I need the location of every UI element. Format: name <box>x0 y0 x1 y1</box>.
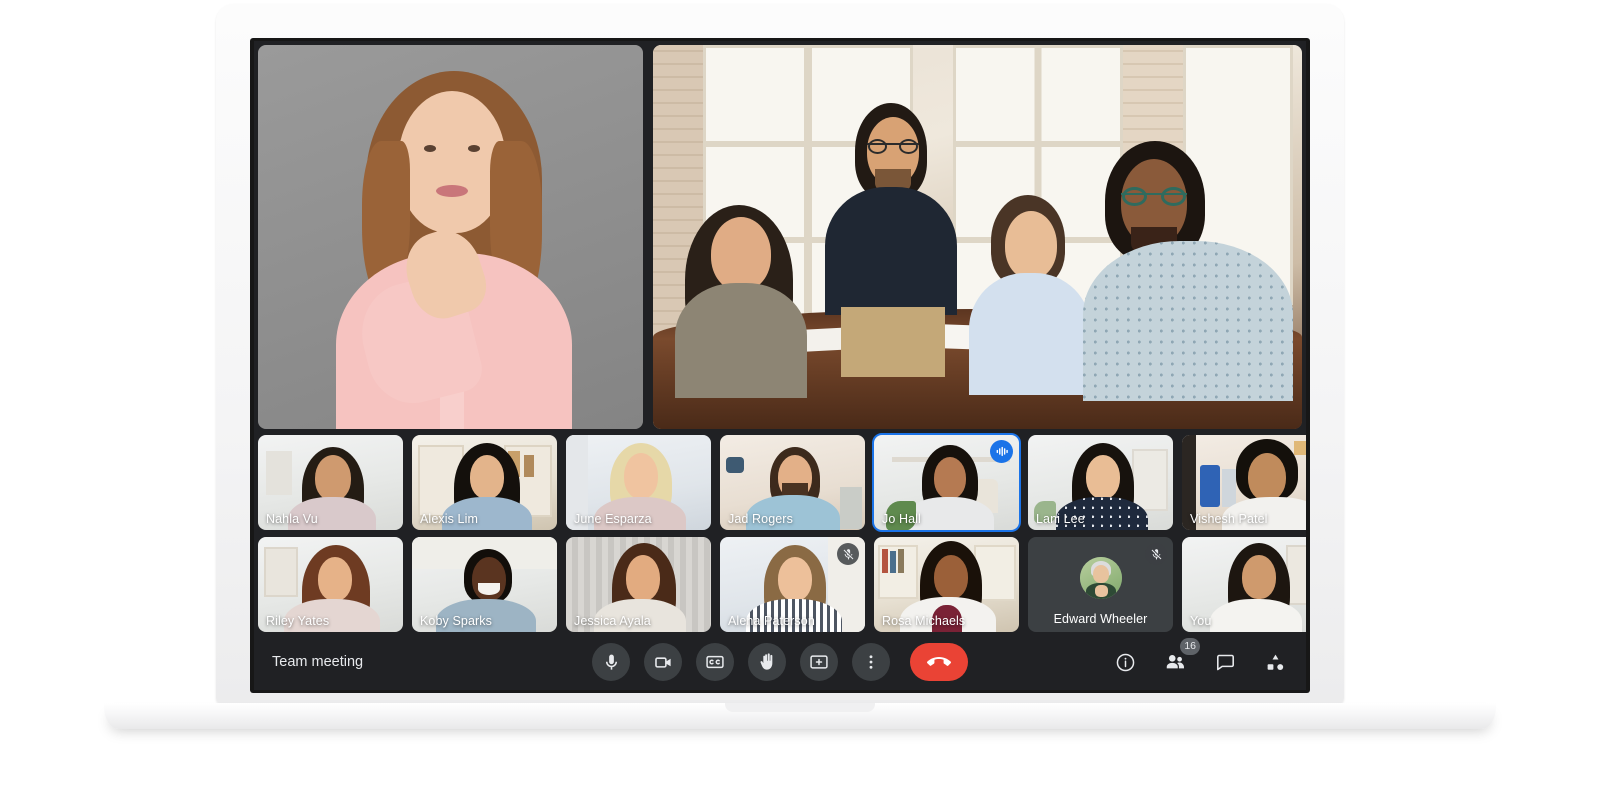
chat-bubble-icon <box>1216 654 1234 670</box>
participant-name: Rosa Michaels <box>882 614 966 628</box>
participant-name: Nahla Vu <box>266 512 318 526</box>
participant-tile-koby-sparks[interactable]: Koby Sparks <box>412 537 557 632</box>
participant-name: Jo Hall <box>882 512 921 526</box>
info-icon <box>1116 653 1134 671</box>
microphone-button[interactable] <box>592 643 630 681</box>
participant-tile-jo-hall[interactable]: Jo Hall <box>872 433 1021 532</box>
participant-name: Riley Yates <box>266 614 330 628</box>
laptop-base-notch <box>725 703 875 712</box>
participant-name: You <box>1190 614 1212 628</box>
microphone-icon <box>605 654 617 670</box>
participant-name: Alexis Lim <box>420 512 478 526</box>
meeting-title: Team meeting <box>272 654 364 670</box>
present-screen-button[interactable] <box>800 643 838 681</box>
show-everyone-button[interactable]: 16 <box>1162 638 1200 675</box>
participant-tile-lani-lee[interactable]: Lani Lee <box>1028 435 1173 530</box>
meeting-control-bar: Team meeting 16 <box>254 634 1306 690</box>
raise-hand-button[interactable] <box>748 643 786 681</box>
presenter-video-feed <box>258 45 643 429</box>
speaking-indicator-badge <box>990 440 1013 463</box>
captions-button[interactable] <box>696 643 734 681</box>
more-options-button[interactable] <box>852 643 890 681</box>
stage-tile-presenter[interactable] <box>258 45 643 429</box>
activities-icon <box>1267 654 1283 670</box>
participant-tile-vishesh-patel[interactable]: Vishesh Patel <box>1182 435 1306 530</box>
right-controls: 16 <box>1112 638 1288 675</box>
participant-tile-jad-rogers[interactable]: Jad Rogers <box>720 435 865 530</box>
microphone-off-icon <box>1151 548 1161 559</box>
end-call-icon <box>927 657 951 666</box>
end-call-button[interactable] <box>910 643 968 681</box>
participant-tile-rosa-michaels[interactable]: Rosa Michaels <box>874 537 1019 632</box>
participant-tile-nahla-vu[interactable]: Nahla Vu <box>258 435 403 530</box>
participant-name: Jad Rogers <box>728 512 793 526</box>
activities-button[interactable] <box>1262 649 1288 675</box>
google-meet-window: Nahla Vu Alexis Lim June Esparza Jad Rog… <box>254 41 1306 690</box>
stage-tile-conference-room[interactable] <box>653 45 1302 429</box>
thumbnail-row-2: Riley Yates Koby Sparks Jessica Ayala Al… <box>258 537 1306 632</box>
video-camera-icon <box>654 656 671 668</box>
participant-tile-edward-wheeler[interactable]: Edward Wheeler <box>1028 537 1173 632</box>
present-screen-icon <box>810 655 828 669</box>
participant-name: Alena Paterson <box>728 614 815 628</box>
participant-name: June Esparza <box>574 512 652 526</box>
raised-hand-icon <box>760 652 772 670</box>
participant-tile-june-esparza[interactable]: June Esparza <box>566 435 711 530</box>
people-icon <box>1166 655 1184 669</box>
participant-tile-you[interactable]: You <box>1182 537 1306 632</box>
avatar <box>1079 556 1122 599</box>
participant-name: Lani Lee <box>1036 512 1085 526</box>
participant-tile-jessica-ayala[interactable]: Jessica Ayala <box>566 537 711 632</box>
conference-room-video-feed <box>653 45 1302 429</box>
muted-indicator-badge <box>1145 543 1167 565</box>
closed-captions-icon <box>706 655 724 669</box>
video-stage <box>254 41 1306 429</box>
participant-name: Koby Sparks <box>420 614 492 628</box>
muted-indicator-badge <box>837 543 859 565</box>
thumbnail-row-1: Nahla Vu Alexis Lim June Esparza Jad Rog… <box>258 433 1306 532</box>
volume-icon <box>996 446 1008 457</box>
participant-count-badge: 16 <box>1180 638 1200 655</box>
more-options-icon <box>869 655 873 669</box>
center-controls <box>592 643 968 681</box>
camera-button[interactable] <box>644 643 682 681</box>
participant-name: Vishesh Patel <box>1190 512 1268 526</box>
participant-name: Jessica Ayala <box>574 614 651 628</box>
laptop-mockup: Nahla Vu Alexis Lim June Esparza Jad Rog… <box>0 0 1600 800</box>
participant-thumbnail-strip: Nahla Vu Alexis Lim June Esparza Jad Rog… <box>254 429 1306 634</box>
microphone-off-icon <box>843 548 853 559</box>
participant-tile-alexis-lim[interactable]: Alexis Lim <box>412 435 557 530</box>
chat-button[interactable] <box>1212 649 1238 675</box>
participant-name: Edward Wheeler <box>1053 612 1148 626</box>
participant-tile-alena-paterson[interactable]: Alena Paterson <box>720 537 865 632</box>
meeting-details-button[interactable] <box>1112 649 1138 675</box>
participant-tile-riley-yates[interactable]: Riley Yates <box>258 537 403 632</box>
